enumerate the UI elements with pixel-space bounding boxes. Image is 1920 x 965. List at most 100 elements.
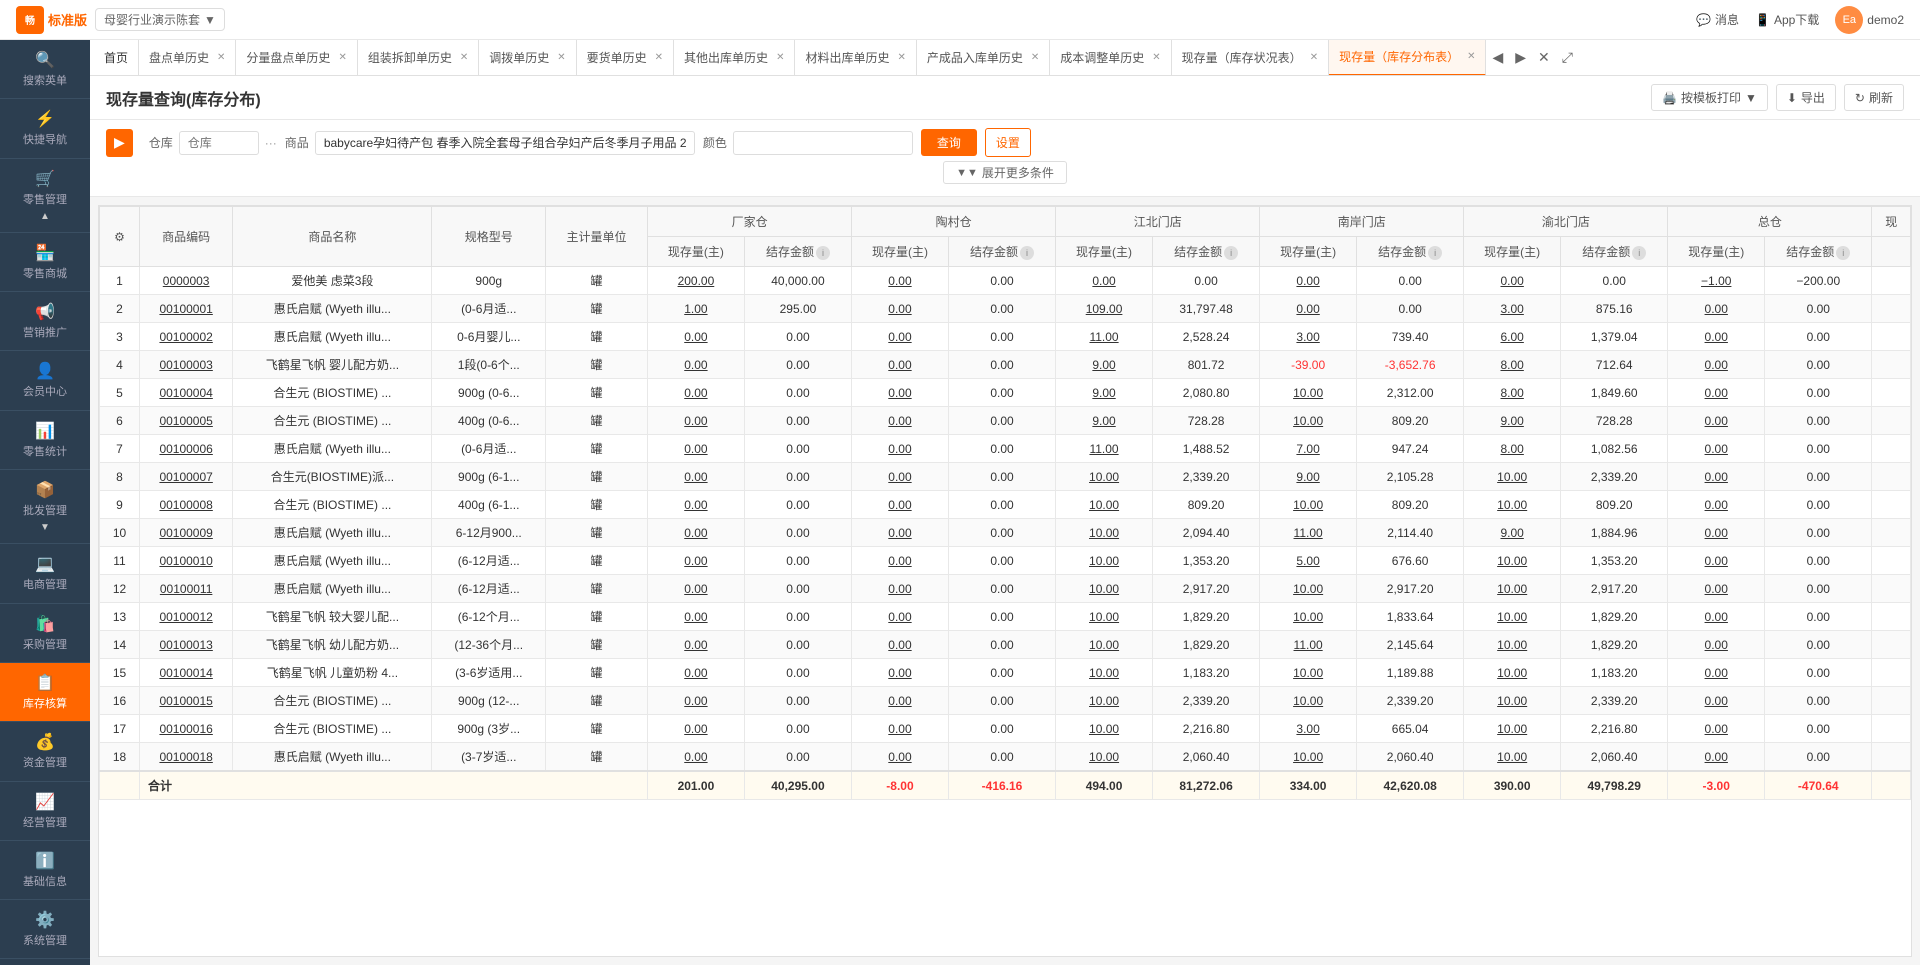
row-stock-4[interactable]: 8.00 <box>1464 379 1561 407</box>
row-stock-5[interactable]: 0.00 <box>1668 631 1765 659</box>
sidebar-item-ops[interactable]: 📈 经营管理 <box>0 782 90 841</box>
warehouse-more-icon[interactable]: ··· <box>265 136 277 150</box>
row-stock-3[interactable]: 9.00 <box>1260 463 1357 491</box>
warehouse-input[interactable] <box>179 131 259 155</box>
row-stock-1[interactable]: 0.00 <box>852 687 949 715</box>
sidebar-item-collab[interactable]: 🤝 企业协同 <box>0 959 90 965</box>
row-stock-5[interactable]: 0.00 <box>1668 519 1765 547</box>
sidebar-item-system[interactable]: ⚙️ 系统管理 <box>0 900 90 959</box>
tab-assembly[interactable]: 组装拆卸单历史 ✕ <box>358 40 479 76</box>
row-stock-0[interactable]: 0.00 <box>648 659 745 687</box>
row-stock-3[interactable]: 10.00 <box>1260 743 1357 772</box>
row-stock-2[interactable]: 0.00 <box>1056 267 1153 295</box>
row-stock-0[interactable]: 0.00 <box>648 407 745 435</box>
row-stock-0[interactable]: 200.00 <box>648 267 745 295</box>
row-stock-2[interactable]: 10.00 <box>1056 743 1153 772</box>
row-stock-4[interactable]: 10.00 <box>1464 463 1561 491</box>
tab-home[interactable]: 首页 <box>94 40 139 76</box>
sidebar-item-retail[interactable]: 🛒 零售管理 ▲ <box>0 159 90 233</box>
row-stock-1[interactable]: 0.00 <box>852 323 949 351</box>
tab-product-in[interactable]: 产成品入库单历史 ✕ <box>917 40 1050 76</box>
row-stock-1[interactable]: 0.00 <box>852 547 949 575</box>
row-stock-2[interactable]: 10.00 <box>1056 519 1153 547</box>
row-stock-5[interactable]: 0.00 <box>1668 295 1765 323</box>
tab-close-icon[interactable]: ✕ <box>897 52 905 63</box>
row-stock-5[interactable]: −1.00 <box>1668 267 1765 295</box>
row-stock-2[interactable]: 10.00 <box>1056 659 1153 687</box>
info-icon[interactable]: i <box>1020 246 1034 260</box>
row-stock-3[interactable]: -39.00 <box>1260 351 1357 379</box>
row-stock-0[interactable]: 0.00 <box>648 435 745 463</box>
row-stock-3[interactable]: 11.00 <box>1260 519 1357 547</box>
tab-transfer[interactable]: 调拨单历史 ✕ <box>479 40 576 76</box>
row-code[interactable]: 00100010 <box>140 547 233 575</box>
row-code[interactable]: 00100002 <box>140 323 233 351</box>
row-code[interactable]: 00100018 <box>140 743 233 772</box>
row-stock-1[interactable]: 0.00 <box>852 407 949 435</box>
row-stock-3[interactable]: 3.00 <box>1260 715 1357 743</box>
row-stock-4[interactable]: 10.00 <box>1464 575 1561 603</box>
sidebar-item-ecommerce[interactable]: 💻 电商管理 <box>0 544 90 603</box>
info-icon[interactable]: i <box>1428 246 1442 260</box>
tab-stock-status[interactable]: 现存量（库存状况表） ✕ <box>1172 40 1329 76</box>
tab-close-icon[interactable]: ✕ <box>460 52 468 63</box>
collapse-btn[interactable]: ▶ <box>106 129 133 157</box>
row-stock-3[interactable]: 10.00 <box>1260 491 1357 519</box>
info-icon[interactable]: i <box>1836 246 1850 260</box>
row-stock-2[interactable]: 9.00 <box>1056 407 1153 435</box>
tab-order[interactable]: 要货单历史 ✕ <box>577 40 674 76</box>
row-code[interactable]: 00100015 <box>140 687 233 715</box>
tab-close-icon[interactable]: ✕ <box>1031 52 1039 63</box>
row-stock-0[interactable]: 0.00 <box>648 743 745 772</box>
row-code[interactable]: 00100003 <box>140 351 233 379</box>
row-stock-4[interactable]: 10.00 <box>1464 659 1561 687</box>
row-stock-5[interactable]: 0.00 <box>1668 659 1765 687</box>
tab-next-btn[interactable]: ▶ <box>1509 40 1532 76</box>
company-selector[interactable]: 母婴行业演示陈套 ▼ <box>95 8 225 31</box>
row-stock-4[interactable]: 0.00 <box>1464 267 1561 295</box>
row-stock-0[interactable]: 0.00 <box>648 491 745 519</box>
row-code[interactable]: 00100004 <box>140 379 233 407</box>
tab-expand-btn[interactable]: ⤢ <box>1556 40 1579 76</box>
sidebar-item-purchase[interactable]: 🛍️ 采购管理 <box>0 604 90 663</box>
row-code[interactable]: 00100013 <box>140 631 233 659</box>
row-stock-1[interactable]: 0.00 <box>852 295 949 323</box>
row-stock-5[interactable]: 0.00 <box>1668 743 1765 772</box>
row-stock-5[interactable]: 0.00 <box>1668 379 1765 407</box>
row-stock-4[interactable]: 8.00 <box>1464 435 1561 463</box>
row-stock-4[interactable]: 10.00 <box>1464 547 1561 575</box>
row-stock-1[interactable]: 0.00 <box>852 491 949 519</box>
print-btn[interactable]: 🖨️ 按模板打印 ▼ <box>1651 84 1768 111</box>
row-stock-0[interactable]: 0.00 <box>648 631 745 659</box>
row-stock-5[interactable]: 0.00 <box>1668 603 1765 631</box>
row-stock-1[interactable]: 0.00 <box>852 603 949 631</box>
user-area[interactable]: Ea demo2 <box>1835 6 1904 34</box>
row-stock-0[interactable]: 0.00 <box>648 603 745 631</box>
row-stock-2[interactable]: 10.00 <box>1056 463 1153 491</box>
row-stock-3[interactable]: 10.00 <box>1260 575 1357 603</box>
row-stock-2[interactable]: 10.00 <box>1056 603 1153 631</box>
row-stock-3[interactable]: 10.00 <box>1260 407 1357 435</box>
row-stock-2[interactable]: 10.00 <box>1056 491 1153 519</box>
row-stock-4[interactable]: 10.00 <box>1464 631 1561 659</box>
row-stock-0[interactable]: 0.00 <box>648 463 745 491</box>
row-stock-0[interactable]: 0.00 <box>648 575 745 603</box>
row-stock-3[interactable]: 10.00 <box>1260 603 1357 631</box>
row-stock-2[interactable]: 10.00 <box>1056 715 1153 743</box>
row-stock-4[interactable]: 8.00 <box>1464 351 1561 379</box>
tab-close-all-btn[interactable]: ✕ <box>1532 40 1556 76</box>
row-stock-3[interactable]: 5.00 <box>1260 547 1357 575</box>
row-stock-5[interactable]: 0.00 <box>1668 351 1765 379</box>
table-settings-header[interactable]: ⚙ <box>100 207 140 267</box>
sidebar-item-inventory[interactable]: 📋 库存核算 <box>0 663 90 722</box>
row-stock-3[interactable]: 11.00 <box>1260 631 1357 659</box>
row-stock-5[interactable]: 0.00 <box>1668 463 1765 491</box>
row-stock-1[interactable]: 0.00 <box>852 715 949 743</box>
info-icon[interactable]: i <box>1632 246 1646 260</box>
goods-input[interactable] <box>315 131 695 155</box>
row-stock-3[interactable]: 7.00 <box>1260 435 1357 463</box>
tab-close-icon[interactable]: ✕ <box>655 52 663 63</box>
row-stock-3[interactable]: 0.00 <box>1260 267 1357 295</box>
row-stock-0[interactable]: 0.00 <box>648 379 745 407</box>
row-stock-4[interactable]: 10.00 <box>1464 603 1561 631</box>
